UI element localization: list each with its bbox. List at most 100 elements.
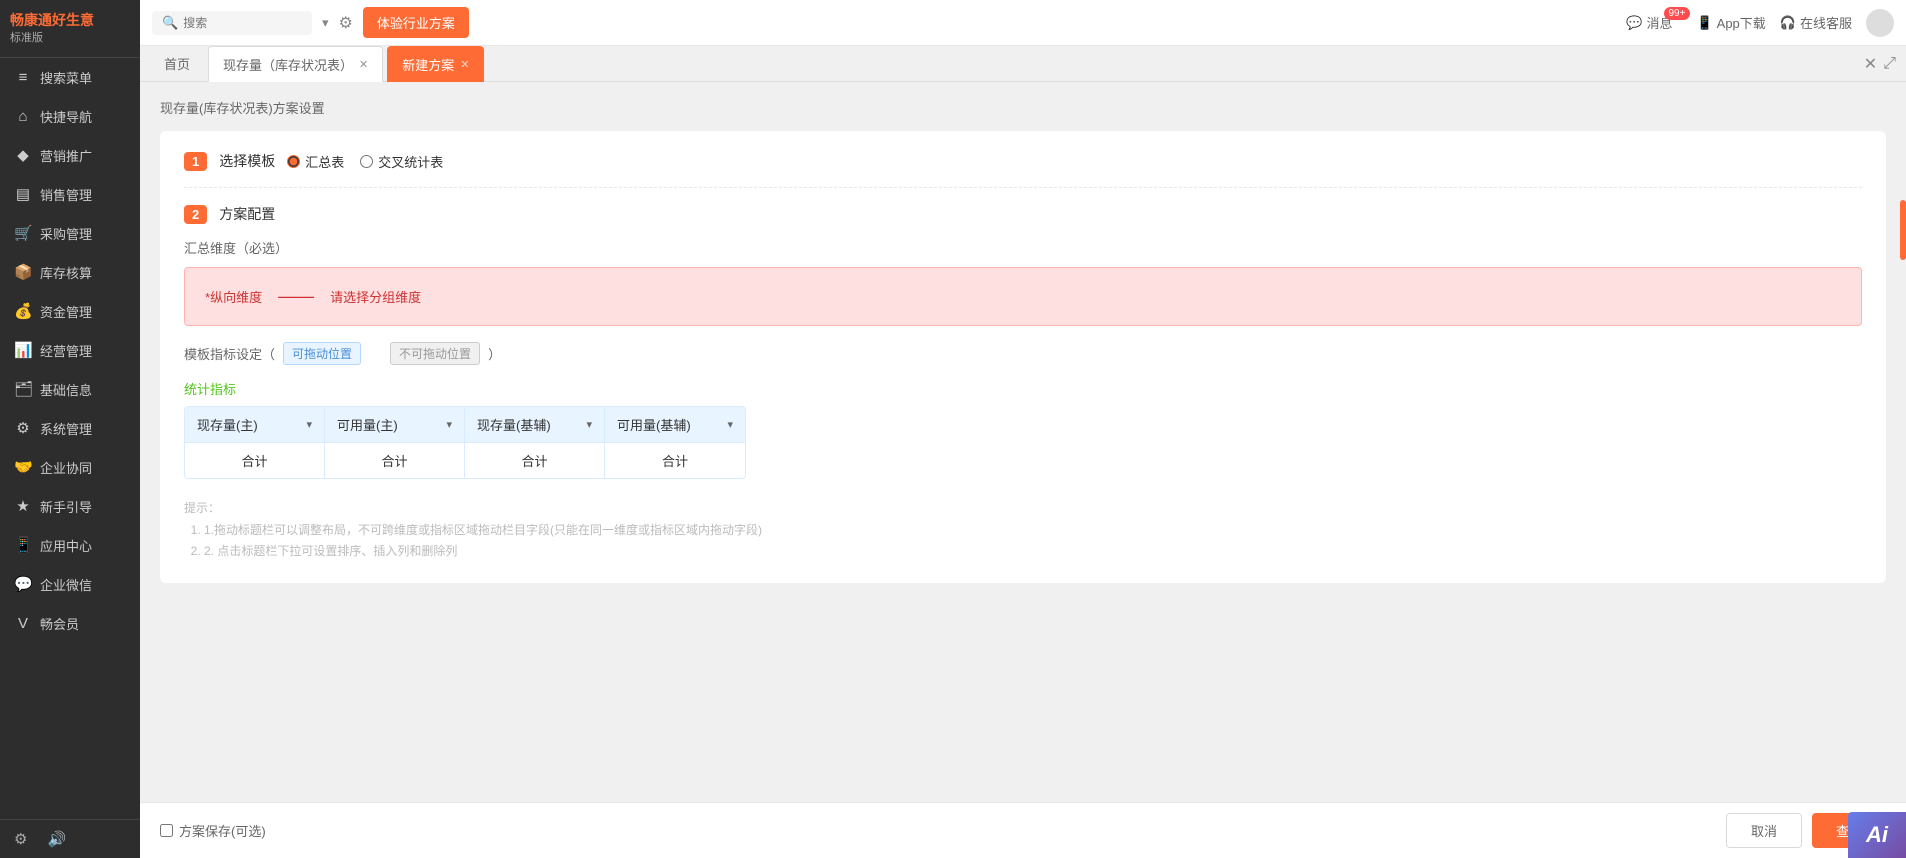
stats-table-header: 现存量(主) ▾ 可用量(主) ▾ 现存量(基辅) ▾ 可用量(基辅) — [185, 407, 745, 442]
message-item[interactable]: 💬 消息 99+ — [1626, 13, 1682, 32]
dimension-box[interactable]: *纵向维度 —— 请选择分组维度 — [184, 267, 1862, 326]
non-draggable-tag: 不可拖动位置 — [390, 342, 480, 365]
sidebar-item-basic-info[interactable]: 🗂 基础信息 — [0, 370, 140, 409]
sidebar-item-app-center[interactable]: 📱 应用中心 — [0, 526, 140, 565]
radio-cross-label: 交叉统计表 — [378, 152, 443, 171]
main-area: 🔍 ▾ ⚙ 体验行业方案 💬 消息 99+ 📱 App下载 🎧 在线客服 — [140, 0, 1906, 858]
save-option-label: 方案保存(可选) — [179, 821, 266, 840]
expand-icon[interactable]: ⤢ — [1883, 55, 1896, 73]
sidebar-item-quick-nav[interactable]: ⌂ 快捷导航 — [0, 97, 140, 136]
template-radio-group: 汇总表 交叉统计表 — [287, 152, 443, 171]
step2-section: 2 方案配置 汇总维度（必选） *纵向维度 —— 请选择分组维度 模板指标设定（… — [184, 204, 1862, 563]
purchase-icon: 🛒 — [14, 224, 32, 242]
dimension-placeholder[interactable]: 请选择分组维度 — [330, 287, 421, 306]
step2-header: 2 方案配置 — [184, 204, 1862, 224]
sys-mgmt-icon: ⚙ — [14, 419, 32, 437]
stats-cell-0-0: 合计 — [185, 443, 325, 478]
tab-inventory-status[interactable]: 现存量（库存状况表） ✕ — [208, 46, 383, 82]
tab-new-plan[interactable]: 新建方案 ✕ — [387, 46, 484, 82]
sales-icon: ▤ — [14, 185, 32, 203]
topbar-right: 💬 消息 99+ 📱 App下载 🎧 在线客服 — [1626, 9, 1894, 37]
ai-badge[interactable]: Ai — [1848, 812, 1906, 858]
stats-col-0-label: 现存量(主) — [197, 415, 258, 434]
hint-item-0: 1.拖动标题栏可以调整布局，不可跨维度或指标区域拖动栏目字段(只能在同一维度或指… — [204, 520, 1862, 542]
chevron-down-icon[interactable]: ▾ — [322, 15, 329, 31]
sidebar-item-label: 企业协同 — [40, 458, 92, 477]
close-icon[interactable]: ✕ — [1864, 54, 1877, 74]
online-service-icon: 🎧 — [1780, 15, 1796, 31]
sidebar-item-new-guide[interactable]: ★ 新手引导 — [0, 487, 140, 526]
sidebar-item-label: 资金管理 — [40, 302, 92, 321]
speaker-icon[interactable]: 🔊 — [47, 830, 66, 848]
app-download-item[interactable]: 📱 App下载 — [1696, 13, 1765, 32]
radio-summary-input[interactable] — [287, 155, 300, 168]
app-title: 畅康通好生意 — [10, 12, 130, 29]
sidebar-item-sales[interactable]: ▤ 销售管理 — [0, 175, 140, 214]
hint-item-1: 2. 点击标题栏下拉可设置排序、插入列和删除列 — [204, 541, 1862, 563]
radio-cross[interactable]: 交叉统计表 — [360, 152, 443, 171]
member-icon: V — [14, 615, 32, 632]
indicator-settings-row: 模板指标设定（ 可拖动位置 不可拖动位置 ） — [184, 342, 1862, 365]
sidebar-item-label: 畅会员 — [40, 614, 79, 633]
sidebar-item-member[interactable]: V 畅会员 — [0, 604, 140, 643]
save-checkbox[interactable] — [160, 824, 173, 837]
sidebar-item-label: 经营管理 — [40, 341, 92, 360]
chevron-down-icon-1[interactable]: ▾ — [446, 418, 452, 431]
radio-summary-label: 汇总表 — [305, 152, 344, 171]
tab-inventory-label: 现存量（库存状况表） — [223, 55, 353, 74]
online-service-item[interactable]: 🎧 在线客服 — [1780, 13, 1852, 32]
sidebar-item-sys-mgmt[interactable]: ⚙ 系统管理 — [0, 409, 140, 448]
save-option[interactable]: 方案保存(可选) — [160, 821, 266, 840]
tab-home[interactable]: 首页 — [150, 46, 204, 82]
stats-cell-0-2: 合计 — [465, 443, 605, 478]
sidebar-item-inventory[interactable]: 📦 库存核算 — [0, 253, 140, 292]
sidebar-item-label: 营销推广 — [40, 146, 92, 165]
dimension-arrow: —— — [278, 286, 314, 307]
finance-icon: 💰 — [14, 302, 32, 320]
sidebar-item-marketing[interactable]: ◆ 营销推广 — [0, 136, 140, 175]
chevron-down-icon-3[interactable]: ▾ — [727, 418, 733, 431]
draggable-tag: 可拖动位置 — [283, 342, 361, 365]
new-guide-icon: ★ — [14, 497, 32, 515]
radio-summary[interactable]: 汇总表 — [287, 152, 344, 171]
page-title: 现存量(库存状况表)方案设置 — [160, 98, 1886, 117]
cancel-button[interactable]: 取消 — [1726, 813, 1802, 848]
tab-new-plan-label: 新建方案 — [402, 55, 454, 74]
app-download-icon: 📱 — [1696, 15, 1712, 31]
sidebar-logo: 畅康通好生意 标准版 — [0, 0, 140, 58]
settings-icon[interactable]: ⚙ — [14, 830, 27, 848]
chevron-down-icon-2[interactable]: ▾ — [586, 418, 592, 431]
sidebar-item-search-menu[interactable]: ≡ 搜索菜单 — [0, 58, 140, 97]
sidebar-item-business[interactable]: 📊 经营管理 — [0, 331, 140, 370]
radio-cross-input[interactable] — [360, 155, 373, 168]
app-download-label: App下载 — [1717, 13, 1766, 32]
sidebar-item-label: 基础信息 — [40, 380, 92, 399]
inventory-icon: 📦 — [14, 263, 32, 281]
dimension-field-label: 纵向维度 — [210, 290, 262, 305]
stats-table: 现存量(主) ▾ 可用量(主) ▾ 现存量(基辅) ▾ 可用量(基辅) — [184, 406, 746, 479]
sidebar-item-enterprise-wechat[interactable]: 💬 企业微信 — [0, 565, 140, 604]
stats-cell-0-3: 合计 — [605, 443, 745, 478]
sidebar-item-finance[interactable]: 💰 资金管理 — [0, 292, 140, 331]
sidebar-item-enterprise-collab[interactable]: 🤝 企业协同 — [0, 448, 140, 487]
scroll-indicator — [1900, 200, 1906, 260]
dimension-required-field: *纵向维度 — [205, 287, 262, 306]
search-icon: 🔍 — [162, 15, 178, 31]
trial-button[interactable]: 体验行业方案 — [363, 7, 469, 38]
avatar[interactable] — [1866, 9, 1894, 37]
stats-col-2-label: 现存量(基辅) — [477, 415, 551, 434]
chevron-down-icon-0[interactable]: ▾ — [306, 418, 312, 431]
stats-col-2: 现存量(基辅) ▾ — [465, 407, 605, 442]
gear-icon[interactable]: ⚙ — [339, 13, 353, 33]
tab-close-new-plan[interactable]: ✕ — [460, 58, 469, 71]
sidebar-item-purchase[interactable]: 🛒 采购管理 — [0, 214, 140, 253]
search-input[interactable] — [183, 16, 283, 30]
search-bar[interactable]: 🔍 — [152, 11, 312, 35]
stats-table-row-0: 合计 合计 合计 合计 — [185, 442, 745, 478]
sidebar-item-label: 库存核算 — [40, 263, 92, 282]
sidebar: 畅康通好生意 标准版 ≡ 搜索菜单 ⌂ 快捷导航 ◆ 营销推广 ▤ 销售管理 🛒… — [0, 0, 140, 858]
business-icon: 📊 — [14, 341, 32, 359]
topbar: 🔍 ▾ ⚙ 体验行业方案 💬 消息 99+ 📱 App下载 🎧 在线客服 — [140, 0, 1906, 46]
stats-col-1-label: 可用量(主) — [337, 415, 398, 434]
tab-close-inventory[interactable]: ✕ — [359, 58, 368, 71]
